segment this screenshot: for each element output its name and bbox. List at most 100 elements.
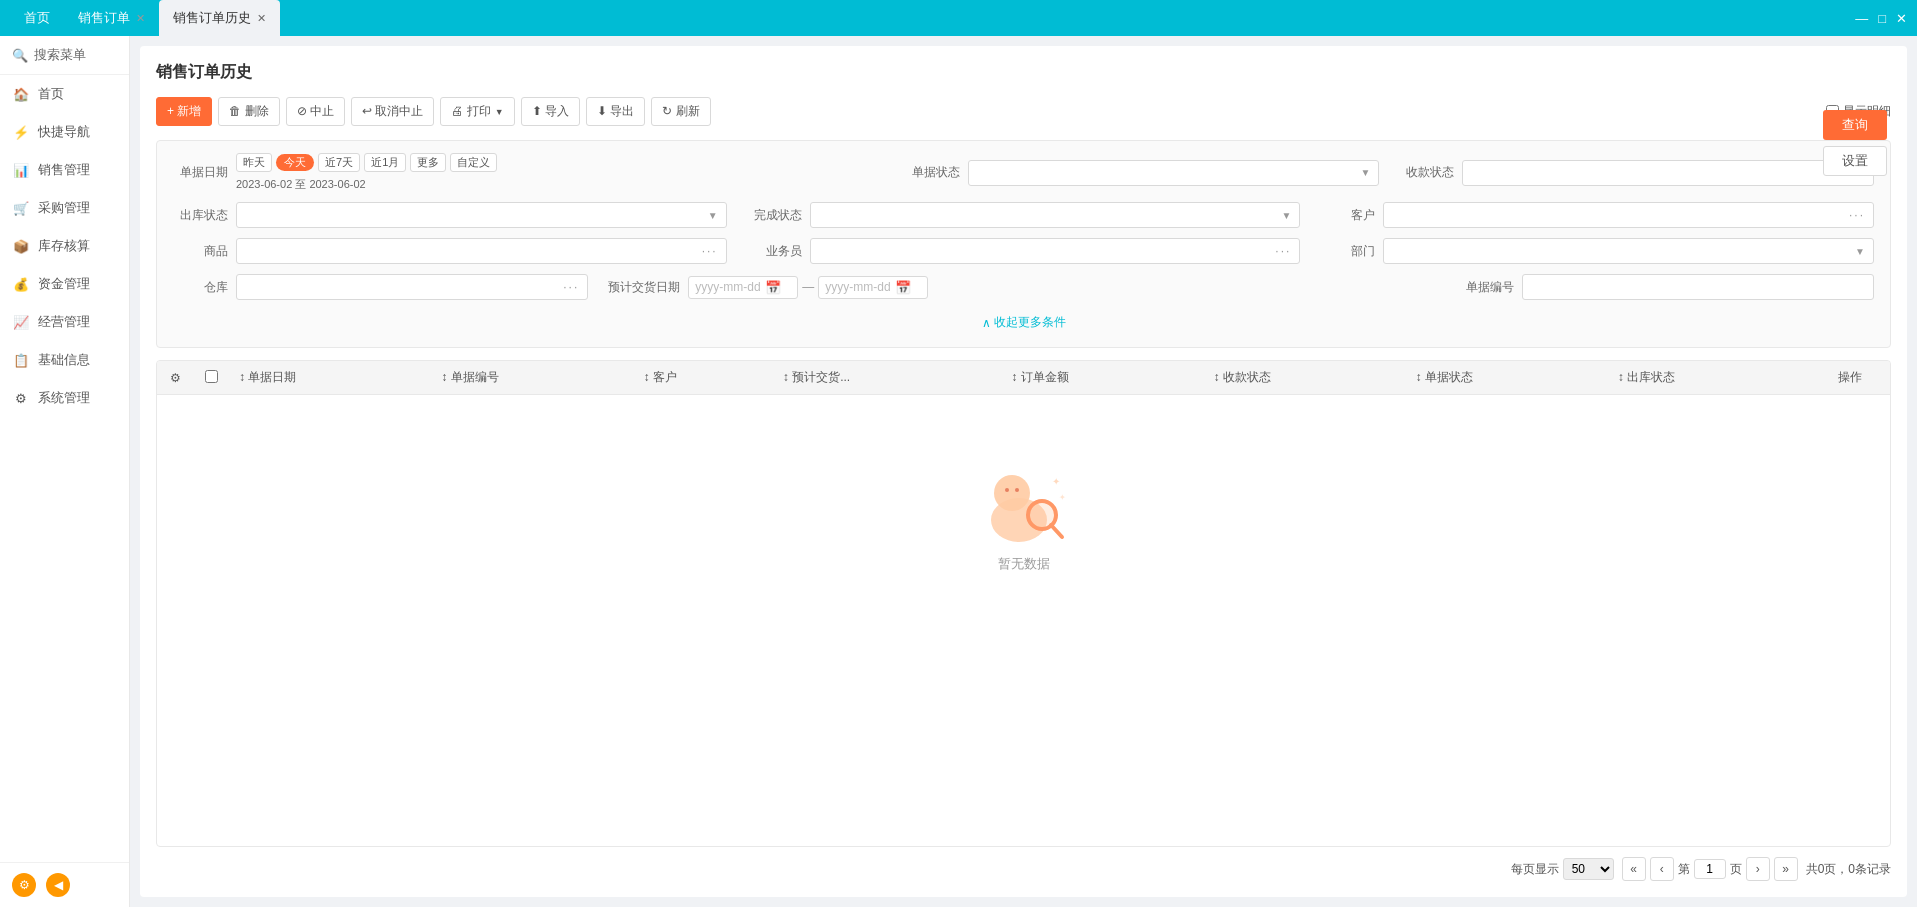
- date-today-btn[interactable]: 今天: [276, 154, 314, 171]
- sidebar-bottom: ⚙ ◀: [0, 862, 129, 907]
- th-outbound-status[interactable]: ↕ 出库状态: [1608, 361, 1810, 395]
- minimize-btn[interactable]: —: [1855, 11, 1868, 26]
- status-label: 单据状态: [905, 164, 960, 181]
- date-last7-btn[interactable]: 近7天: [318, 153, 360, 172]
- sidebar-item-basic[interactable]: 📋 基础信息: [0, 341, 129, 379]
- print-btn[interactable]: 🖨 打印 ▼: [440, 97, 514, 126]
- sidebar-settings-btn[interactable]: ⚙: [12, 873, 36, 897]
- filter-status: 单据状态 ▼: [905, 160, 1380, 186]
- page-nav: « ‹ 第 页 › »: [1622, 857, 1798, 881]
- date-custom-btn[interactable]: 自定义: [450, 153, 497, 172]
- outbound-status-arrow-icon: ▼: [708, 210, 718, 221]
- delivery-date-from[interactable]: yyyy-mm-dd 📅: [688, 276, 798, 299]
- filter-row-2: 出库状态 ▼ 完成状态 ▼ 客户: [173, 202, 1874, 228]
- customer-more-icon: ···: [1849, 208, 1865, 222]
- tab-home[interactable]: 首页: [10, 0, 64, 36]
- search-icon: 🔍: [12, 48, 28, 63]
- sidebar-item-finance[interactable]: 💰 资金管理: [0, 265, 129, 303]
- th-amount[interactable]: ↕ 订单金额: [1001, 361, 1203, 395]
- filter-date-btns: 昨天 今天 近7天 近1月 更多 自定义: [236, 153, 497, 172]
- th-order-no[interactable]: ↕ 单据编号: [431, 361, 633, 395]
- sidebar-item-system[interactable]: ⚙ 系统管理: [0, 379, 129, 417]
- sidebar-search[interactable]: 🔍 搜索菜单: [0, 36, 129, 75]
- cancel-stop-btn[interactable]: ↩ 取消中止: [351, 97, 434, 126]
- close-tab-sales-order-history[interactable]: ✕: [257, 12, 266, 25]
- total-label: 共0页，0条记录: [1806, 861, 1891, 878]
- basic-icon: 📋: [12, 351, 30, 369]
- th-checkbox[interactable]: [193, 361, 229, 395]
- sidebar-item-operation[interactable]: 📈 经营管理: [0, 303, 129, 341]
- filter-delivery-date: 预计交货日期 yyyy-mm-dd 📅 — yyyy-mm-dd 📅: [608, 276, 1439, 299]
- department-select[interactable]: ▼: [1383, 238, 1874, 264]
- tab-sales-order-history[interactable]: 销售订单历史 ✕: [159, 0, 280, 36]
- maximize-btn[interactable]: □: [1878, 11, 1886, 26]
- salesperson-input[interactable]: ···: [810, 238, 1301, 264]
- outbound-status-label: 出库状态: [173, 207, 228, 224]
- th-customer[interactable]: ↕ 客户: [633, 361, 772, 395]
- stop-btn[interactable]: ⊘ 中止: [286, 97, 345, 126]
- tab-sales-order[interactable]: 销售订单 ✕: [64, 0, 159, 36]
- sidebar-collapse-btn[interactable]: ◀: [46, 873, 70, 897]
- export-btn[interactable]: ⬇ 导出: [586, 97, 645, 126]
- sidebar-item-purchase-label: 采购管理: [38, 199, 90, 217]
- date-last1m-btn[interactable]: 近1月: [364, 153, 406, 172]
- calendar-to-icon: 📅: [895, 280, 911, 295]
- sidebar-item-home[interactable]: 🏠 首页: [0, 75, 129, 113]
- customer-input[interactable]: ···: [1383, 202, 1874, 228]
- filter-row-1: 单据日期 昨天 今天 近7天 近1月 更多 自定义 2023-06-02 至 2…: [173, 153, 1874, 192]
- delete-btn[interactable]: 🗑 删除: [218, 97, 279, 126]
- query-action-area: 查询 设置: [1823, 110, 1887, 176]
- delivery-date-to[interactable]: yyyy-mm-dd 📅: [818, 276, 928, 299]
- close-btn[interactable]: ✕: [1896, 11, 1907, 26]
- order-no-input[interactable]: [1522, 274, 1874, 300]
- customer-label: 客户: [1320, 207, 1375, 224]
- per-page: 每页显示 50 20 100: [1511, 858, 1614, 880]
- new-btn[interactable]: + 新增: [156, 97, 212, 126]
- query-btn[interactable]: 查询: [1823, 110, 1887, 140]
- empty-text: 暂无数据: [998, 555, 1050, 573]
- receipt-status-select[interactable]: ▼: [1462, 160, 1874, 186]
- operation-icon: 📈: [12, 313, 30, 331]
- th-receipt-status[interactable]: ↕ 收款状态: [1203, 361, 1405, 395]
- prev-page-btn[interactable]: ‹: [1650, 857, 1674, 881]
- toolbar: + 新增 🗑 删除 ⊘ 中止 ↩ 取消中止 🖨 打印 ▼ ⬆ 导入 ⬇ 导出 ↻…: [156, 97, 1891, 126]
- sidebar: 🔍 搜索菜单 🏠 首页 ⚡ 快捷导航 📊 销售管理 🛒 采购管理 📦 库存核算 …: [0, 36, 130, 907]
- per-page-select[interactable]: 50 20 100: [1563, 858, 1614, 880]
- th-order-status[interactable]: ↕ 单据状态: [1406, 361, 1608, 395]
- outbound-status-select[interactable]: ▼: [236, 202, 727, 228]
- page: 销售订单历史 + 新增 🗑 删除 ⊘ 中止 ↩ 取消中止 🖨 打印 ▼ ⬆ 导入…: [140, 46, 1907, 897]
- sidebar-item-sales[interactable]: 📊 销售管理: [0, 151, 129, 189]
- close-tab-sales-order[interactable]: ✕: [136, 12, 145, 25]
- sidebar-search-label: 搜索菜单: [34, 46, 86, 64]
- th-delivery-date[interactable]: ↕ 预计交货...: [773, 361, 1001, 395]
- status-select[interactable]: ▼: [968, 160, 1380, 186]
- import-btn[interactable]: ⬆ 导入: [521, 97, 580, 126]
- page-input[interactable]: [1694, 859, 1726, 879]
- completion-status-select[interactable]: ▼: [810, 202, 1301, 228]
- filter-customer: 客户 ···: [1320, 202, 1874, 228]
- date-yesterday-btn[interactable]: 昨天: [236, 153, 272, 172]
- th-date[interactable]: ↕ 单据日期: [229, 361, 431, 395]
- filter-area: 单据日期 昨天 今天 近7天 近1月 更多 自定义 2023-06-02 至 2…: [156, 140, 1891, 348]
- svg-point-2: [1005, 488, 1009, 492]
- refresh-btn[interactable]: ↻ 刷新: [651, 97, 710, 126]
- th-settings[interactable]: ⚙: [157, 361, 193, 395]
- select-all-checkbox[interactable]: [205, 370, 218, 383]
- first-page-btn[interactable]: «: [1622, 857, 1646, 881]
- completion-status-label: 完成状态: [747, 207, 802, 224]
- filter-receipt-status: 收款状态 ▼: [1399, 160, 1874, 186]
- settings-query-btn[interactable]: 设置: [1823, 146, 1887, 176]
- sidebar-item-home-label: 首页: [38, 85, 64, 103]
- collapse-btn[interactable]: ∧ 收起更多条件: [982, 314, 1066, 331]
- top-bar: 首页 销售订单 ✕ 销售订单历史 ✕ — □ ✕: [0, 0, 1917, 36]
- sidebar-item-quick-nav[interactable]: ⚡ 快捷导航: [0, 113, 129, 151]
- svg-text:✦: ✦: [1052, 476, 1060, 487]
- next-page-btn[interactable]: ›: [1746, 857, 1770, 881]
- sidebar-item-inventory[interactable]: 📦 库存核算: [0, 227, 129, 265]
- sidebar-item-purchase[interactable]: 🛒 采购管理: [0, 189, 129, 227]
- goods-input[interactable]: ···: [236, 238, 727, 264]
- warehouse-input[interactable]: ···: [236, 274, 588, 300]
- last-page-btn[interactable]: »: [1774, 857, 1798, 881]
- date-more-btn[interactable]: 更多: [410, 153, 446, 172]
- receipt-status-label: 收款状态: [1399, 164, 1454, 181]
